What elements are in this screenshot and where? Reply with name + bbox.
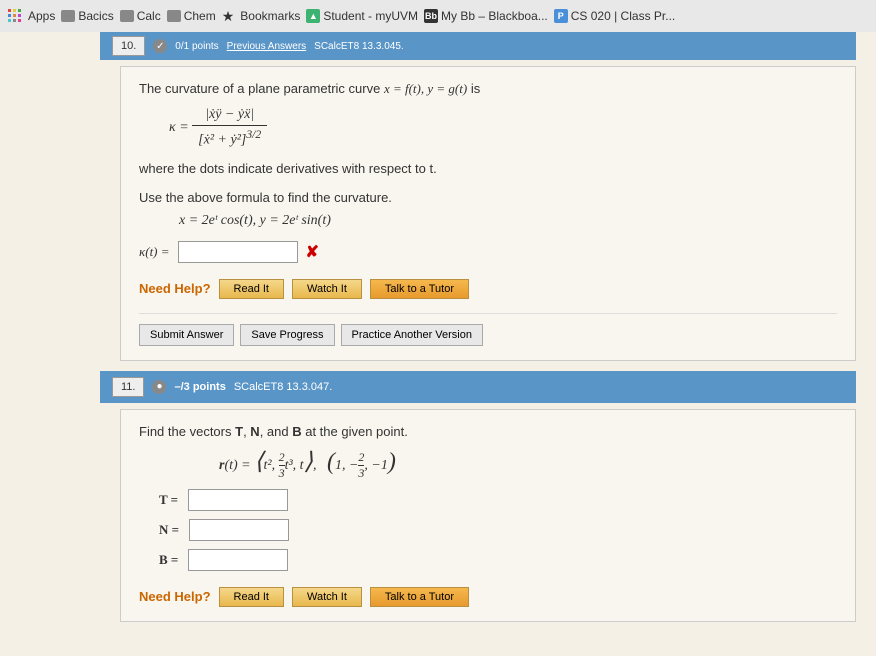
tab-cs020[interactable]: PCS 020 | Class Pr...	[554, 9, 676, 23]
prev-answers-link[interactable]: Previous Answers	[227, 41, 306, 52]
t-input[interactable]	[188, 489, 288, 511]
submit-row: Submit Answer Save Progress Practice Ano…	[139, 313, 837, 346]
inline-equation: x = f(t), y = g(t)	[384, 81, 467, 96]
watch-it-button[interactable]: Watch It	[292, 279, 362, 299]
page-content: 10. ✓ 0/1 points Previous Answers SCalcE…	[0, 32, 876, 656]
read-it-button[interactable]: Read It	[219, 279, 284, 299]
tab-icon: P	[554, 9, 568, 23]
question-ref: SCalcET8 13.3.045.	[314, 41, 404, 52]
apps-label[interactable]: Apps	[28, 9, 55, 23]
apps-grid-icon[interactable]	[8, 9, 22, 23]
n-vector-row: N =	[159, 519, 837, 541]
use-text: Use the above formula to find the curvat…	[139, 190, 837, 205]
points-label: –/3 points	[174, 381, 225, 393]
need-help-label: Need Help?	[139, 281, 211, 296]
bookmark-folder-bacics[interactable]: Bacics	[61, 9, 113, 23]
tab-blackboard[interactable]: BbMy Bb – Blackboa...	[424, 9, 548, 23]
bookmarks-bar: Apps Bacics Calc Chem ★ Bookmarks ▲Stude…	[0, 0, 876, 32]
status-icon: ●	[152, 380, 166, 394]
n-label: N =	[159, 522, 179, 538]
intro-text: The curvature of a plane parametric curv…	[139, 81, 837, 97]
question-10-body: The curvature of a plane parametric curv…	[120, 66, 856, 361]
parametric-equations: x = 2eᵗ cos(t), y = 2eᵗ sin(t)	[179, 213, 837, 229]
bookmark-folder-calc[interactable]: Calc	[120, 9, 161, 23]
talk-tutor-button[interactable]: Talk to a Tutor	[370, 587, 469, 607]
kappa-label: κ(t) =	[139, 244, 170, 260]
practice-another-button[interactable]: Practice Another Version	[341, 324, 483, 346]
talk-tutor-button[interactable]: Talk to a Tutor	[370, 279, 469, 299]
t-label: T =	[159, 492, 178, 508]
b-vector-row: B =	[159, 549, 837, 571]
bookmarks-label[interactable]: Bookmarks	[240, 9, 300, 23]
question-11-header: 11. ● –/3 points SCalcET8 13.3.047.	[100, 371, 856, 403]
question-number: 11.	[112, 377, 144, 397]
question-11-body: Find the vectors T, N, and B at the give…	[120, 409, 856, 622]
question-10-header: 10. ✓ 0/1 points Previous Answers SCalcE…	[100, 32, 856, 60]
vector-function: r(t) = ⟨t², 23t³, t⟩, (1, −23, −1)	[219, 447, 837, 481]
status-icon: ✓	[153, 39, 167, 53]
tab-myuvm[interactable]: ▲Student - myUVM	[306, 9, 418, 23]
submit-answer-button[interactable]: Submit Answer	[139, 324, 234, 346]
folder-icon	[120, 10, 134, 22]
b-label: B =	[159, 552, 178, 568]
help-row-11: Need Help? Read It Watch It Talk to a Tu…	[139, 587, 837, 607]
t-vector-row: T =	[159, 489, 837, 511]
b-input[interactable]	[188, 549, 288, 571]
folder-icon	[167, 10, 181, 22]
answer-row: κ(t) = ✘	[139, 241, 837, 263]
help-row: Need Help? Read It Watch It Talk to a Tu…	[139, 279, 837, 299]
kappa-input[interactable]	[178, 241, 298, 263]
need-help-label: Need Help?	[139, 589, 211, 604]
watch-it-button[interactable]: Watch It	[292, 587, 362, 607]
where-text: where the dots indicate derivatives with…	[139, 161, 837, 176]
incorrect-icon: ✘	[306, 242, 319, 262]
read-it-button[interactable]: Read It	[219, 587, 284, 607]
tab-icon: Bb	[424, 9, 438, 23]
bookmark-folder-chem[interactable]: Chem	[167, 9, 216, 23]
question-number: 10.	[112, 36, 145, 56]
folder-icon	[61, 10, 75, 22]
n-input[interactable]	[189, 519, 289, 541]
points-label: 0/1 points	[175, 41, 218, 52]
curvature-formula: κ = |ẋÿ − ẏẍ| [ẋ² + ẏ²]3/2	[169, 107, 837, 149]
save-progress-button[interactable]: Save Progress	[240, 324, 334, 346]
star-icon: ★	[222, 8, 235, 25]
prompt-text: Find the vectors T, N, and B at the give…	[139, 424, 837, 439]
question-ref: SCalcET8 13.3.047.	[234, 381, 332, 393]
tab-icon: ▲	[306, 9, 320, 23]
